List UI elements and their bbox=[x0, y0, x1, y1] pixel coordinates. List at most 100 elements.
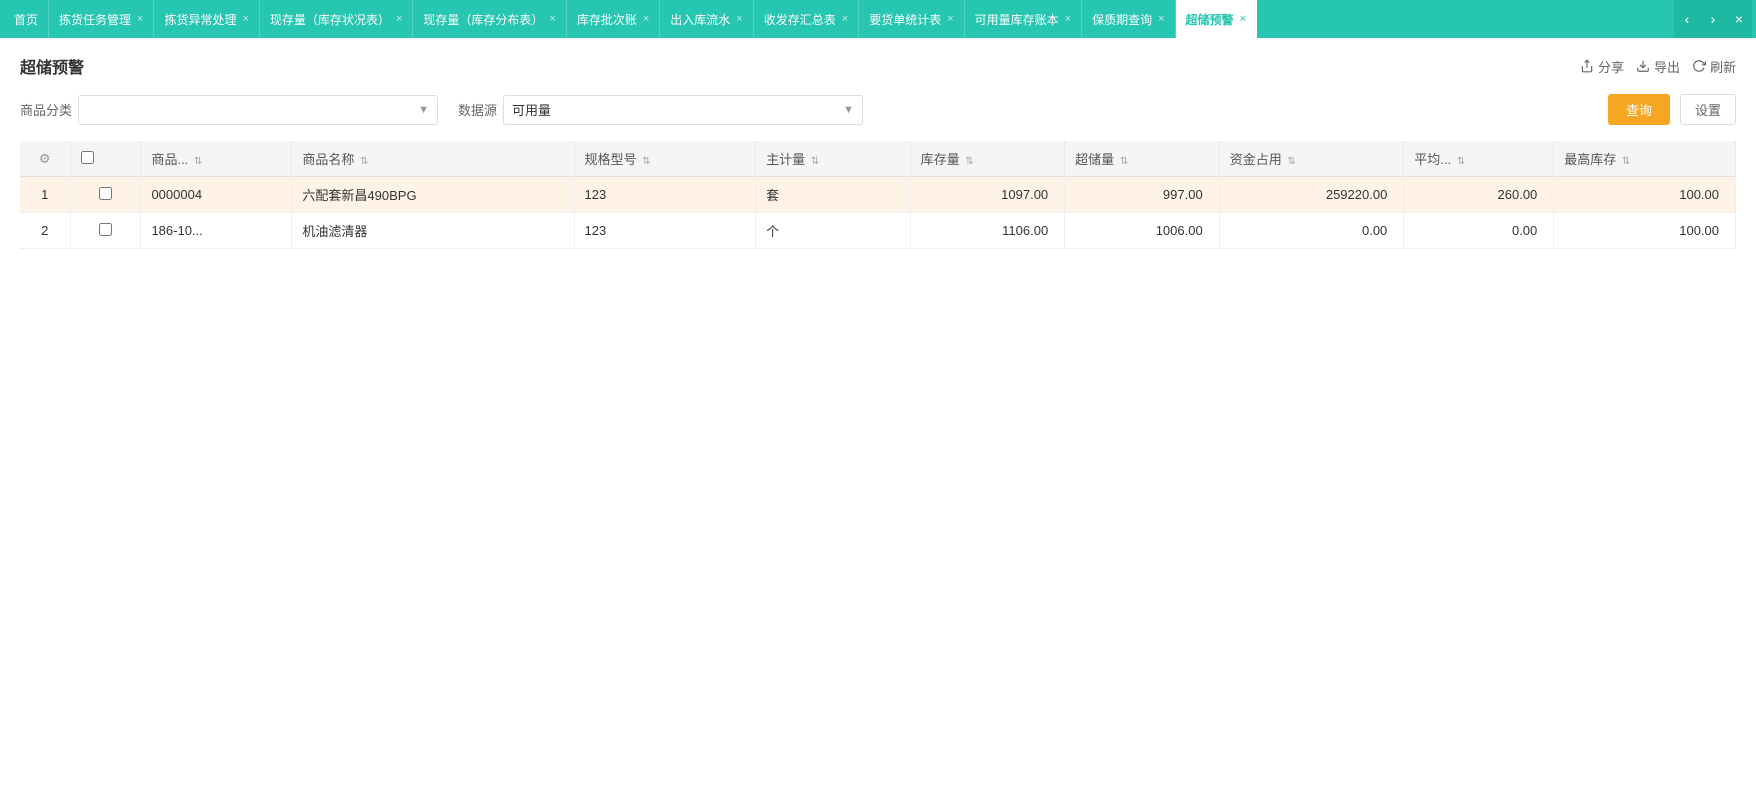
sort-product-code-icon: ⇅ bbox=[194, 156, 202, 167]
sort-capital-icon: ⇅ bbox=[1287, 156, 1295, 167]
row-checkbox[interactable] bbox=[99, 187, 112, 200]
datasource-label: 数据源 bbox=[458, 100, 497, 119]
nav-tab-10[interactable]: 保质期查询 × bbox=[1082, 0, 1175, 38]
capital-amount: 259220.00 bbox=[1219, 177, 1404, 213]
max-stock: 100.00 bbox=[1554, 213, 1736, 249]
close-tab-1-icon[interactable]: × bbox=[137, 13, 143, 25]
nav-tab-1[interactable]: 拣货任务管理 × bbox=[49, 0, 154, 38]
close-tab-8-icon[interactable]: × bbox=[947, 13, 953, 25]
col-stock-header[interactable]: 库存量 ⇅ bbox=[910, 141, 1065, 177]
sort-stock-icon: ⇅ bbox=[965, 156, 973, 167]
col-avg-header[interactable]: 平均... ⇅ bbox=[1404, 141, 1554, 177]
col-gear: ⚙ bbox=[20, 141, 70, 177]
settings-button[interactable]: 设置 bbox=[1680, 94, 1736, 125]
col-unit-header[interactable]: 主计量 ⇅ bbox=[756, 141, 911, 177]
product-unit: 套 bbox=[756, 177, 911, 213]
table-row: 1 0000004 六配套新昌490BPG 123 套 1097.00 997.… bbox=[20, 177, 1736, 213]
select-all-checkbox[interactable] bbox=[81, 151, 94, 164]
refresh-icon bbox=[1692, 59, 1706, 73]
sort-max-stock-icon: ⇅ bbox=[1622, 156, 1630, 167]
category-chevron-icon: ▼ bbox=[418, 104, 429, 116]
export-button[interactable]: 导出 bbox=[1636, 57, 1680, 76]
close-tab-9-icon[interactable]: × bbox=[1065, 13, 1071, 25]
nav-tab-7[interactable]: 收发存汇总表 × bbox=[754, 0, 859, 38]
table-row: 2 186-10... 机油滤清器 123 个 1106.00 1006.00 … bbox=[20, 213, 1736, 249]
nav-tab-6[interactable]: 出入库流水 × bbox=[660, 0, 753, 38]
col-spec-header[interactable]: 规格型号 ⇅ bbox=[574, 141, 756, 177]
max-stock: 100.00 bbox=[1554, 177, 1736, 213]
header-actions: 分享 导出 刷新 bbox=[1580, 57, 1736, 76]
close-tab-3-icon[interactable]: × bbox=[396, 13, 402, 25]
nav-tab-11[interactable]: 超储预警 × bbox=[1176, 0, 1257, 38]
gear-icon[interactable]: ⚙ bbox=[39, 151, 51, 166]
filter-row: 商品分类 ▼ 数据源 可用量 ▼ 查询 设置 bbox=[20, 94, 1736, 125]
sort-overflow-icon: ⇅ bbox=[1120, 156, 1128, 167]
nav-tab-9[interactable]: 可用量库存账本 × bbox=[965, 0, 1082, 38]
nav-next-button[interactable]: › bbox=[1700, 0, 1726, 38]
close-tab-4-icon[interactable]: × bbox=[549, 13, 555, 25]
page-title: 超储预警 bbox=[20, 54, 84, 78]
datasource-select[interactable]: 可用量 ▼ bbox=[503, 95, 863, 125]
row-checkbox-cell[interactable] bbox=[70, 213, 141, 249]
col-product-name-header[interactable]: 商品名称 ⇅ bbox=[292, 141, 574, 177]
col-capital-header[interactable]: 资金占用 ⇅ bbox=[1219, 141, 1404, 177]
nav-tab-3[interactable]: 现存量（库存状况表） × bbox=[260, 0, 413, 38]
stock-qty: 1097.00 bbox=[910, 177, 1065, 213]
product-name: 六配套新昌490BPG bbox=[292, 177, 574, 213]
row-checkbox-cell[interactable] bbox=[70, 177, 141, 213]
product-spec: 123 bbox=[574, 213, 756, 249]
export-icon bbox=[1636, 59, 1650, 73]
overflow-qty: 997.00 bbox=[1065, 177, 1220, 213]
page-header: 超储预警 分享 导出 刷新 bbox=[20, 54, 1736, 78]
close-tab-6-icon[interactable]: × bbox=[736, 13, 742, 25]
table-header-row: ⚙ 商品... ⇅ 商品名称 ⇅ 规格型号 ⇅ 主计量 bbox=[20, 141, 1736, 177]
datasource-value: 可用量 bbox=[512, 100, 551, 119]
row-checkbox[interactable] bbox=[99, 223, 112, 236]
product-spec: 123 bbox=[574, 177, 756, 213]
close-tab-7-icon[interactable]: × bbox=[842, 13, 848, 25]
data-table: ⚙ 商品... ⇅ 商品名称 ⇅ 规格型号 ⇅ 主计量 bbox=[20, 141, 1736, 249]
nav-tab-5[interactable]: 库存批次账 × bbox=[567, 0, 660, 38]
row-seq: 2 bbox=[20, 213, 70, 249]
page-container: 超储预警 分享 导出 刷新 商品分类 ▼ 数据源 bbox=[0, 38, 1756, 800]
overflow-qty: 1006.00 bbox=[1065, 213, 1220, 249]
product-unit: 个 bbox=[756, 213, 911, 249]
col-product-code-header[interactable]: 商品... ⇅ bbox=[141, 141, 292, 177]
product-name: 机油滤清器 bbox=[292, 213, 574, 249]
nav-prev-button[interactable]: ‹ bbox=[1674, 0, 1700, 38]
refresh-button[interactable]: 刷新 bbox=[1692, 57, 1736, 76]
avg-price: 260.00 bbox=[1404, 177, 1554, 213]
stock-qty: 1106.00 bbox=[910, 213, 1065, 249]
close-tab-11-icon[interactable]: × bbox=[1240, 13, 1246, 25]
sort-product-name-icon: ⇅ bbox=[360, 156, 368, 167]
sort-spec-icon: ⇅ bbox=[642, 156, 650, 167]
product-code: 186-10... bbox=[141, 213, 292, 249]
query-button[interactable]: 查询 bbox=[1608, 94, 1670, 125]
category-label: 商品分类 bbox=[20, 100, 72, 119]
category-select[interactable]: ▼ bbox=[78, 95, 438, 125]
close-tab-10-icon[interactable]: × bbox=[1158, 13, 1164, 25]
sort-avg-icon: ⇅ bbox=[1457, 156, 1465, 167]
nav-tab-4[interactable]: 现存量（库存分布表） × bbox=[413, 0, 566, 38]
close-tab-5-icon[interactable]: × bbox=[643, 13, 649, 25]
top-navigation: 首页 拣货任务管理 × 拣货异常处理 × 现存量（库存状况表） × 现存量（库存… bbox=[0, 0, 1756, 38]
product-code: 0000004 bbox=[141, 177, 292, 213]
nav-tab-2[interactable]: 拣货异常处理 × bbox=[154, 0, 259, 38]
table-body: 1 0000004 六配套新昌490BPG 123 套 1097.00 997.… bbox=[20, 177, 1736, 249]
sort-unit-icon: ⇅ bbox=[811, 156, 819, 167]
capital-amount: 0.00 bbox=[1219, 213, 1404, 249]
datasource-filter: 数据源 可用量 ▼ bbox=[458, 95, 863, 125]
nav-home[interactable]: 首页 bbox=[4, 0, 49, 38]
nav-close-button[interactable]: × bbox=[1726, 0, 1752, 38]
col-overflow-header[interactable]: 超储量 ⇅ bbox=[1065, 141, 1220, 177]
nav-tab-8[interactable]: 要货单统计表 × bbox=[859, 0, 964, 38]
share-icon bbox=[1580, 59, 1594, 73]
col-checkbox-header bbox=[70, 141, 141, 177]
datasource-chevron-icon: ▼ bbox=[843, 104, 854, 116]
nav-arrows: ‹ › × bbox=[1674, 0, 1752, 38]
share-button[interactable]: 分享 bbox=[1580, 57, 1624, 76]
category-filter: 商品分类 ▼ bbox=[20, 95, 438, 125]
close-tab-2-icon[interactable]: × bbox=[242, 13, 248, 25]
row-seq: 1 bbox=[20, 177, 70, 213]
col-max-stock-header[interactable]: 最高库存 ⇅ bbox=[1554, 141, 1736, 177]
